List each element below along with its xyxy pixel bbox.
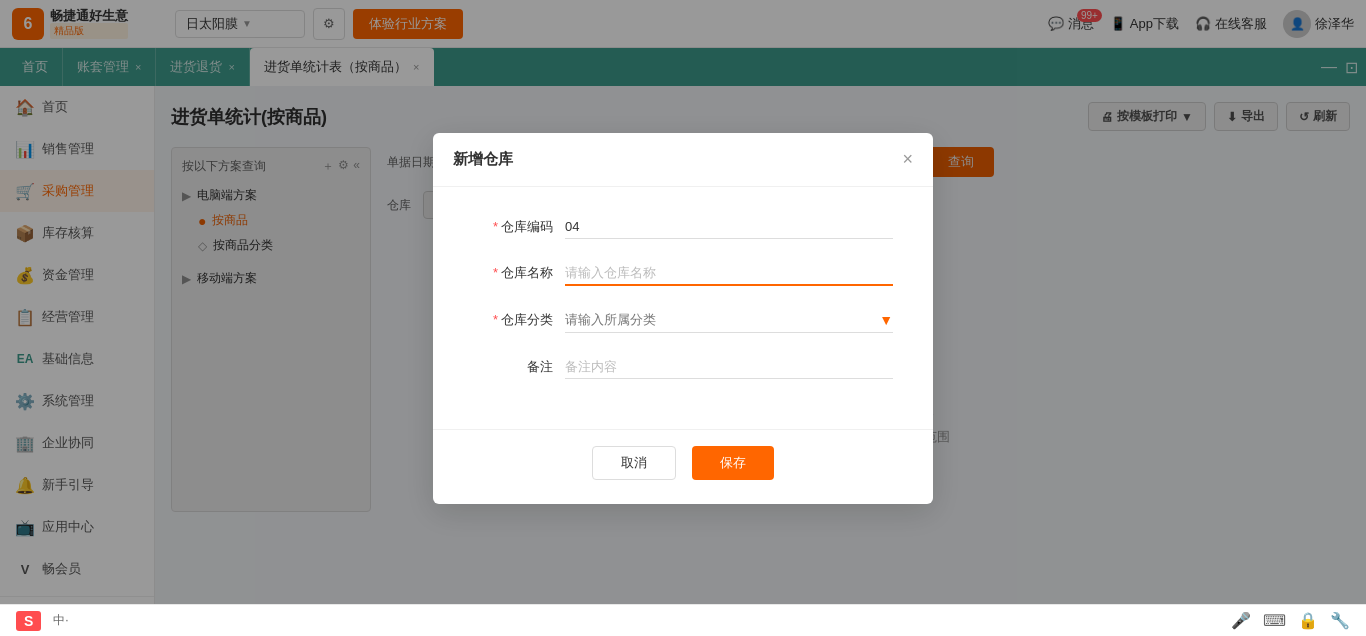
add-warehouse-modal: 新增仓库 × 仓库编码 仓库名称 仓库分类 ▼: [433, 133, 933, 504]
remark-label: 备注: [473, 358, 553, 376]
warehouse-category-label: 仓库分类: [473, 311, 553, 329]
modal-close-button[interactable]: ×: [902, 149, 913, 170]
warehouse-code-input[interactable]: [565, 215, 893, 239]
bottom-icons: 🎤 ⌨ 🔒 🔧: [1231, 611, 1350, 630]
save-button[interactable]: 保存: [692, 446, 774, 480]
remark-row: 备注: [473, 355, 893, 379]
tools-icon[interactable]: 🔧: [1330, 611, 1350, 630]
keyboard-icon[interactable]: ⌨: [1263, 611, 1286, 630]
warehouse-name-input[interactable]: [565, 261, 893, 286]
cancel-button[interactable]: 取消: [592, 446, 676, 480]
warehouse-category-wrap: ▼: [565, 308, 893, 333]
warehouse-name-row: 仓库名称: [473, 261, 893, 286]
remark-input[interactable]: [565, 355, 893, 379]
warehouse-name-label: 仓库名称: [473, 264, 553, 282]
warehouse-code-row: 仓库编码: [473, 215, 893, 239]
microphone-icon[interactable]: 🎤: [1231, 611, 1251, 630]
modal-footer: 取消 保存: [433, 429, 933, 504]
modal-overlay: 新增仓库 × 仓库编码 仓库名称 仓库分类 ▼: [0, 0, 1366, 636]
warehouse-code-label: 仓库编码: [473, 218, 553, 236]
lock-icon[interactable]: 🔒: [1298, 611, 1318, 630]
bottom-logo: S: [16, 611, 41, 631]
modal-title: 新增仓库: [453, 150, 513, 169]
modal-body: 仓库编码 仓库名称 仓库分类 ▼ 备注: [433, 187, 933, 429]
warehouse-category-input[interactable]: [565, 312, 879, 327]
warehouse-category-row: 仓库分类 ▼: [473, 308, 893, 333]
bottom-bar: S 中· 🎤 ⌨ 🔒 🔧: [0, 604, 1366, 636]
bottom-input-method: 中·: [53, 612, 68, 629]
category-dropdown-icon[interactable]: ▼: [879, 312, 893, 328]
modal-header: 新增仓库 ×: [433, 133, 933, 187]
